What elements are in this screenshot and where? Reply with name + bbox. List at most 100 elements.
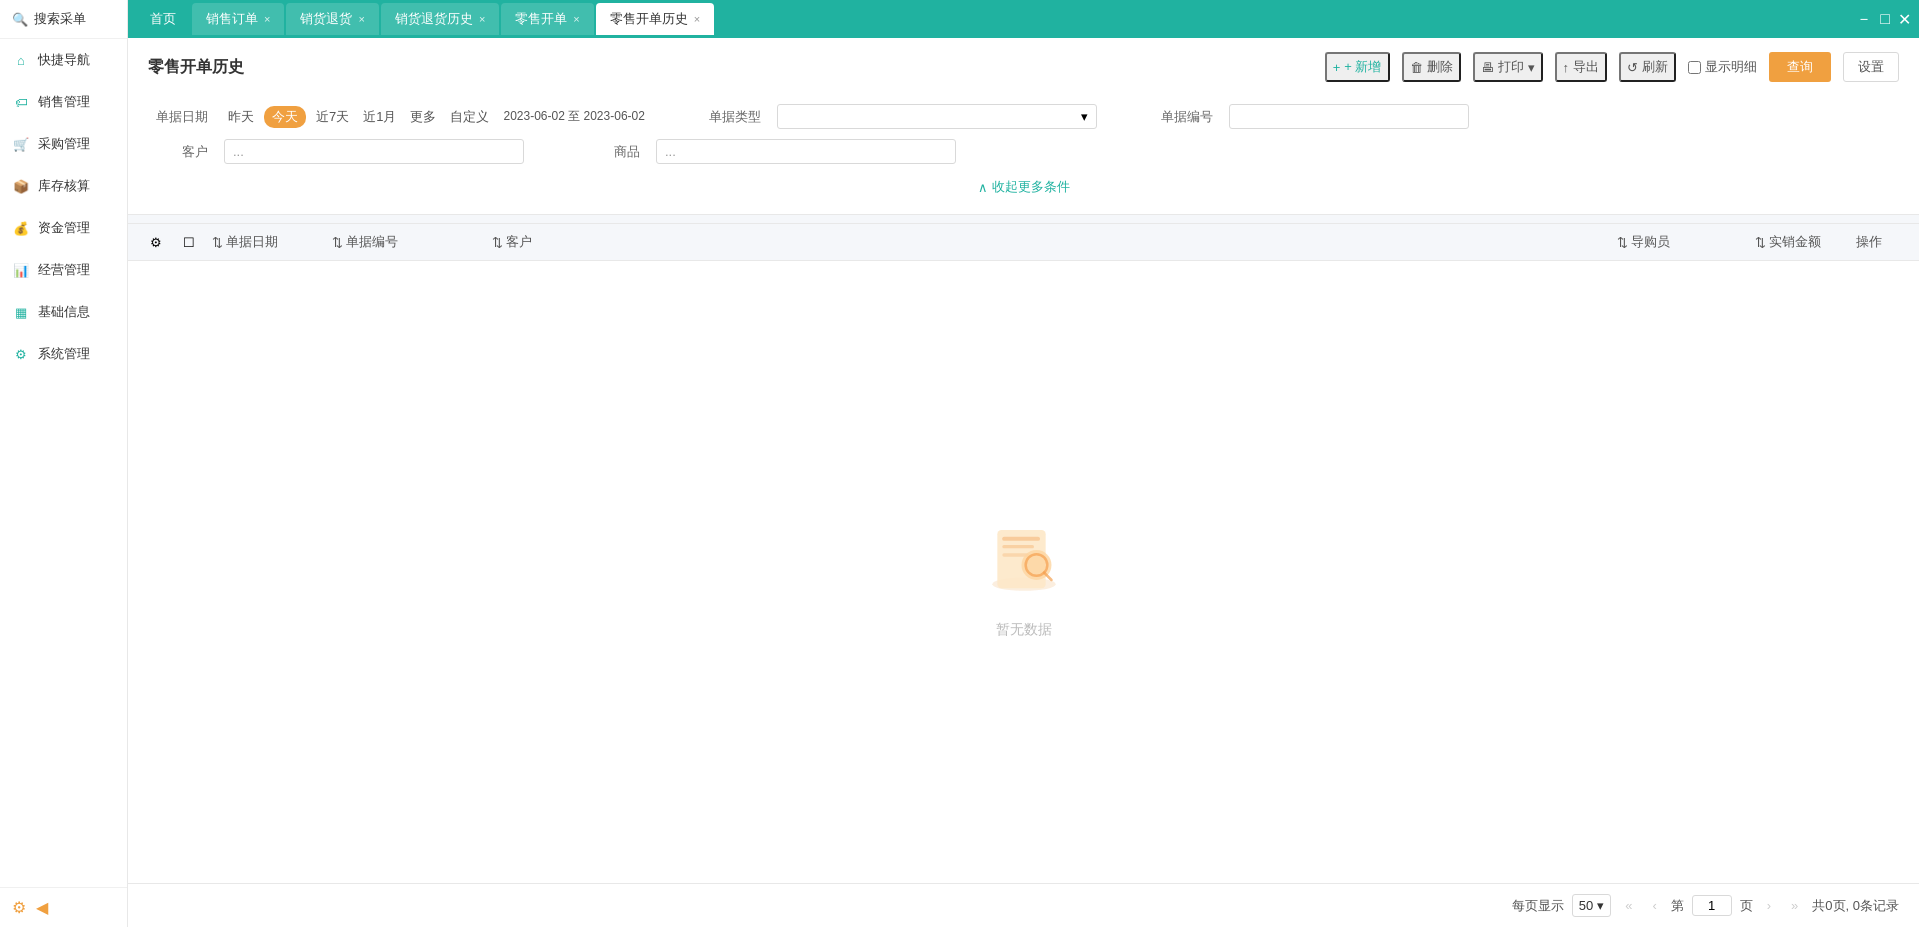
- order-no-input[interactable]: [1229, 104, 1469, 129]
- first-page-btn[interactable]: «: [1619, 896, 1638, 915]
- tab-retail-open-history[interactable]: 零售开单历史 ×: [596, 3, 714, 35]
- sidebar-item-label: 基础信息: [38, 303, 90, 321]
- delete-button[interactable]: 🗑 删除: [1402, 52, 1461, 82]
- sidebar-item-quick-nav[interactable]: ⌂ 快捷导航: [0, 39, 127, 81]
- per-page-select[interactable]: 50 ▾: [1572, 894, 1611, 917]
- svg-rect-3: [1002, 545, 1034, 548]
- refresh-label: 刷新: [1642, 58, 1668, 76]
- tab-sales-return[interactable]: 销货退货 ×: [286, 3, 378, 35]
- minimize-btn[interactable]: －: [1856, 9, 1872, 30]
- print-icon: 🖶: [1481, 60, 1494, 75]
- svg-rect-2: [1002, 537, 1040, 541]
- th-checkbox[interactable]: ☐: [174, 235, 204, 250]
- tag-icon: 🏷: [12, 93, 30, 111]
- order-type-select[interactable]: ▾: [777, 104, 1097, 129]
- per-page-label: 每页显示: [1512, 897, 1564, 915]
- date-opt-yesterday[interactable]: 昨天: [224, 106, 258, 128]
- tab-sales-order[interactable]: 销售订单 ×: [192, 3, 284, 35]
- th-client[interactable]: ⇅ 客户: [484, 233, 1609, 251]
- page-input[interactable]: 1: [1692, 895, 1732, 916]
- per-page-chevron: ▾: [1597, 898, 1604, 913]
- sidebar-item-basic-info[interactable]: ▦ 基础信息: [0, 291, 127, 333]
- th-no-label: 单据编号: [346, 233, 398, 251]
- tab-retail-open-label: 零售开单: [515, 10, 567, 28]
- sidebar-item-label: 销售管理: [38, 93, 90, 111]
- sidebar-item-label: 经营管理: [38, 261, 90, 279]
- close-btn[interactable]: ✕: [1898, 10, 1911, 29]
- sidebar: 🔍 搜索采单 ⌂ 快捷导航 🏷 销售管理 🛒 采购管理 📦 库存核算 💰 资金管…: [0, 0, 128, 927]
- print-label: 打印: [1498, 58, 1524, 76]
- sort-icon-guide: ⇅: [1617, 235, 1628, 250]
- tab-home[interactable]: 首页: [136, 3, 190, 35]
- sort-icon-no: ⇅: [332, 235, 343, 250]
- date-opt-7days[interactable]: 近7天: [312, 106, 353, 128]
- tab-sales-return-close[interactable]: ×: [358, 13, 364, 25]
- date-opt-today[interactable]: 今天: [264, 106, 306, 128]
- sidebar-collapse-icon[interactable]: ◀: [36, 898, 48, 917]
- date-opt-more[interactable]: 更多: [406, 106, 440, 128]
- th-date-label: 单据日期: [226, 233, 278, 251]
- collapse-icon: ∧: [978, 180, 988, 195]
- query-button[interactable]: 查询: [1769, 52, 1831, 82]
- next-page-btn[interactable]: ›: [1761, 896, 1777, 915]
- sidebar-item-sales-mgmt[interactable]: 🏷 销售管理: [0, 81, 127, 123]
- page-header: 零售开单历史 + + 新增 🗑 删除 🖶 打印 ▾: [128, 38, 1919, 215]
- header-checkbox-icon[interactable]: ☐: [183, 235, 195, 250]
- prev-page-btn[interactable]: ‹: [1646, 896, 1662, 915]
- page-title: 零售开单历史: [148, 57, 244, 78]
- date-opt-1month[interactable]: 近1月: [359, 106, 400, 128]
- gear-icon[interactable]: ⚙: [12, 898, 26, 917]
- th-settings[interactable]: ⚙: [138, 235, 174, 250]
- main-area: 首页 销售订单 × 销货退货 × 销货退货历史 × 零售开单 × 零售开单历史 …: [128, 0, 1919, 927]
- add-label: + 新增: [1344, 58, 1381, 76]
- tab-retail-open-close[interactable]: ×: [573, 13, 579, 25]
- th-guide[interactable]: ⇅ 导购员: [1609, 233, 1709, 251]
- delete-label: 删除: [1427, 58, 1453, 76]
- tab-retail-open[interactable]: 零售开单 ×: [501, 3, 593, 35]
- sidebar-item-label: 库存核算: [38, 177, 90, 195]
- tab-sales-return-history-close[interactable]: ×: [479, 13, 485, 25]
- settings-button[interactable]: 设置: [1843, 52, 1899, 82]
- th-amount[interactable]: ⇅ 实销金额: [1709, 233, 1829, 251]
- sidebar-item-sys-mgmt[interactable]: ⚙ 系统管理: [0, 333, 127, 375]
- customer-label: 客户: [148, 143, 208, 161]
- sidebar-item-finance[interactable]: 💰 资金管理: [0, 207, 127, 249]
- sidebar-item-operations[interactable]: 📊 经营管理: [0, 249, 127, 291]
- print-button[interactable]: 🖶 打印 ▾: [1473, 52, 1543, 82]
- date-options: 昨天 今天 近7天 近1月 更多 自定义 2023-06-02 至 2023-0…: [224, 106, 645, 128]
- search-icon: 🔍: [12, 12, 28, 27]
- empty-text: 暂无数据: [996, 621, 1052, 639]
- filter-row-1: 单据日期 昨天 今天 近7天 近1月 更多 自定义 2023-06-02 至 2…: [148, 104, 1899, 129]
- page-label: 页: [1740, 897, 1753, 915]
- display-detail-checkbox[interactable]: 显示明细: [1688, 58, 1757, 76]
- finance-icon: 💰: [12, 219, 30, 237]
- date-opt-custom[interactable]: 自定义: [446, 106, 493, 128]
- customer-input[interactable]: ...: [224, 139, 524, 164]
- th-client-label: 客户: [506, 233, 532, 251]
- sidebar-item-label: 系统管理: [38, 345, 90, 363]
- export-button[interactable]: ↑ 导出: [1555, 52, 1608, 82]
- refresh-button[interactable]: ↺ 刷新: [1619, 52, 1676, 82]
- tab-sales-return-label: 销货退货: [300, 10, 352, 28]
- th-amount-label: 实销金额: [1769, 233, 1821, 251]
- collapse-more-btn[interactable]: ∧ 收起更多条件: [148, 174, 1899, 204]
- th-date[interactable]: ⇅ 单据日期: [204, 233, 324, 251]
- page-word: 第: [1671, 897, 1684, 915]
- sidebar-search[interactable]: 🔍 搜索采单: [0, 0, 127, 39]
- last-page-btn[interactable]: »: [1785, 896, 1804, 915]
- tab-sales-return-history[interactable]: 销货退货历史 ×: [381, 3, 499, 35]
- display-detail-input[interactable]: [1688, 61, 1701, 74]
- settings-cog-icon[interactable]: ⚙: [150, 235, 162, 250]
- maximize-btn[interactable]: □: [1880, 10, 1890, 28]
- product-input[interactable]: ...: [656, 139, 956, 164]
- tab-sales-order-close[interactable]: ×: [264, 13, 270, 25]
- tab-retail-open-history-close[interactable]: ×: [694, 13, 700, 25]
- page-total: 共0页, 0条记录: [1812, 897, 1899, 915]
- sidebar-item-purchase-mgmt[interactable]: 🛒 采购管理: [0, 123, 127, 165]
- add-button[interactable]: + + 新增: [1325, 52, 1390, 82]
- sidebar-item-inventory[interactable]: 📦 库存核算: [0, 165, 127, 207]
- th-no[interactable]: ⇅ 单据编号: [324, 233, 484, 251]
- tab-retail-open-history-label: 零售开单历史: [610, 10, 688, 28]
- chart-icon: 📊: [12, 261, 30, 279]
- sidebar-nav: ⌂ 快捷导航 🏷 销售管理 🛒 采购管理 📦 库存核算 💰 资金管理 📊 经营管…: [0, 39, 127, 887]
